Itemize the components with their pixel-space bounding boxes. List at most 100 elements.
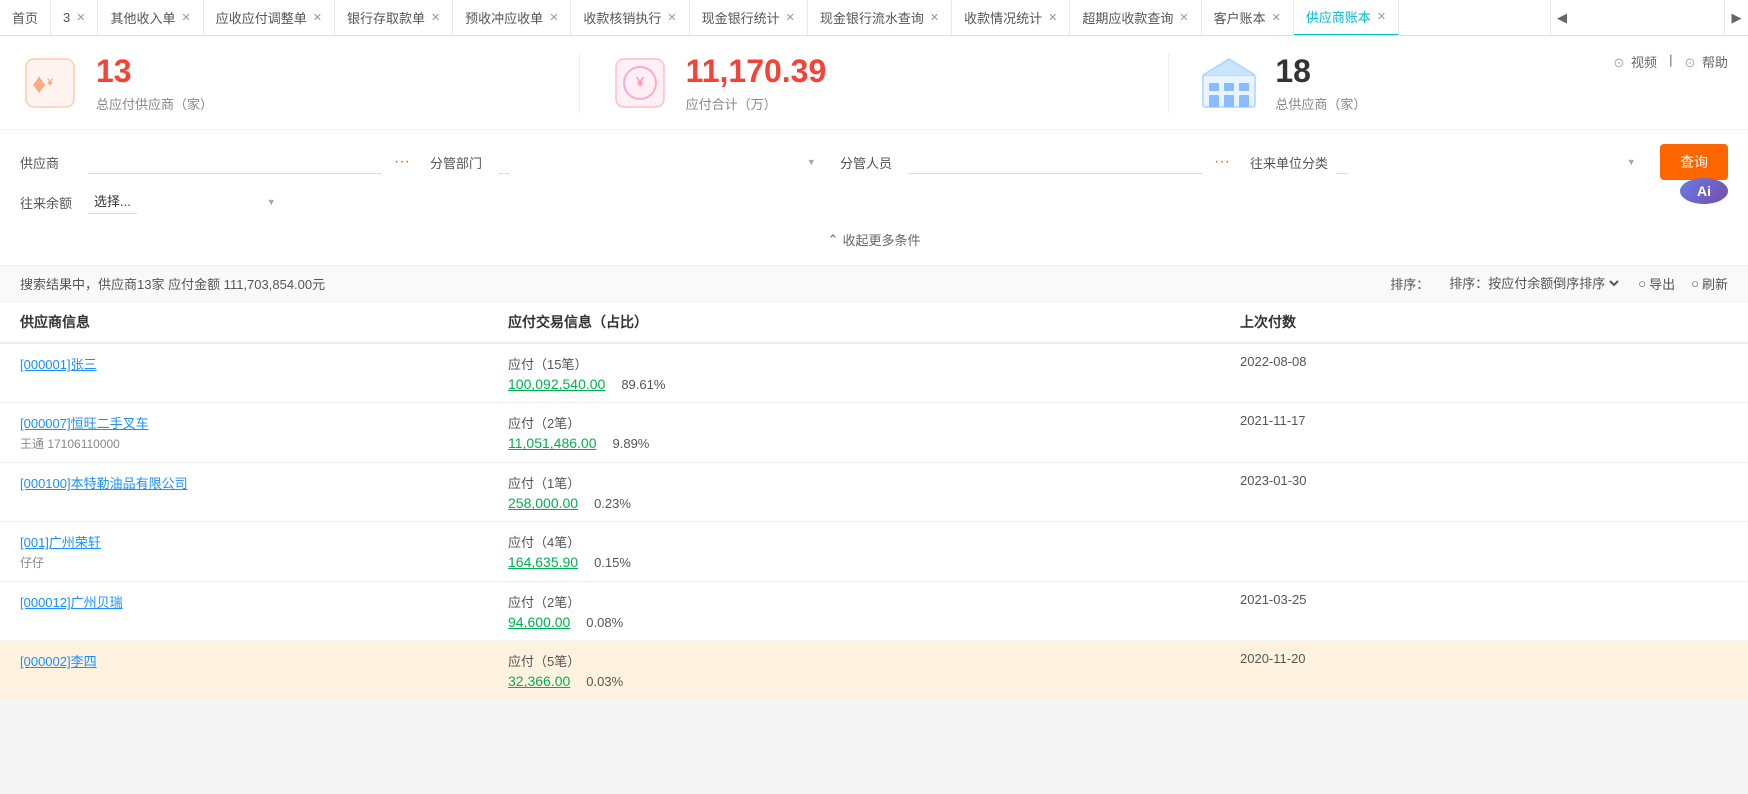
nav-tab-cash-bank-stats[interactable]: 现金银行统计 ✕ xyxy=(690,0,808,36)
lastpay-cell: 2020-11-20 xyxy=(1240,651,1728,666)
nav-tab-home[interactable]: 首页 xyxy=(0,0,51,36)
nav-tab-overdue-ar[interactable]: 超期应收款查询 ✕ xyxy=(1070,0,1201,36)
search-row-2: 往来余额 选择... xyxy=(20,190,1728,214)
tx-amount[interactable]: 94,600.00 xyxy=(508,614,570,630)
tx-label: 应付（15笔） xyxy=(508,354,1240,373)
stat-item-payable-total: ¥ 11,170.39 应付合计（万） xyxy=(610,52,1139,113)
tx-amount[interactable]: 258,000.00 xyxy=(508,495,578,511)
table-row: [001]广州荣轩 仔仔 应付（4笔） 164,635.90 0.15% xyxy=(0,522,1748,582)
total-suppliers-number: 18 xyxy=(1275,52,1366,90)
tx-percent: 0.15% xyxy=(594,555,631,570)
last-pay-date: 2021-11-17 xyxy=(1240,413,1306,428)
supplier-link[interactable]: [000001]张三 xyxy=(20,354,508,373)
nav-tab-customer-ledger[interactable]: 客户账本 ✕ xyxy=(1202,0,1294,36)
table-row: [000100]本特勒油品有限公司 应付（1笔） 258,000.00 0.23… xyxy=(0,463,1748,522)
nav-tab-receipt-exec[interactable]: 收款核销执行 ✕ xyxy=(571,0,689,36)
table-row: [000001]张三 应付（15笔） 100,092,540.00 89.61%… xyxy=(0,344,1748,403)
collapse-bar[interactable]: ⌃ 收起更多条件 xyxy=(20,224,1728,255)
close-icon[interactable]: ✕ xyxy=(930,11,939,24)
supplier-input[interactable] xyxy=(88,150,382,174)
nav-tab-supplier-ledger[interactable]: 供应商账本 ✕ xyxy=(1294,0,1399,36)
last-pay-date: 2022-08-08 xyxy=(1240,354,1307,369)
help-link[interactable]: ⊙ 帮助 xyxy=(1684,52,1728,71)
tx-row: 258,000.00 0.23% xyxy=(508,492,1240,511)
supplier-link[interactable]: [000002]李四 xyxy=(20,651,508,670)
video-link[interactable]: ⊙ 视频 xyxy=(1614,52,1658,71)
tx-label: 应付（2笔） xyxy=(508,592,1240,611)
lastpay-cell: 2021-11-17 xyxy=(1240,413,1728,428)
payable-suppliers-icon: ♦ ¥ xyxy=(20,53,80,113)
tx-percent: 0.08% xyxy=(586,615,623,630)
last-pay-date: 2023-01-30 xyxy=(1240,473,1307,488)
tx-amount[interactable]: 100,092,540.00 xyxy=(508,376,605,392)
nav-tab-other-income[interactable]: 其他收入单 ✕ xyxy=(98,0,203,36)
sort-select[interactable]: 排序：按应付余额倒序排序 xyxy=(1445,275,1622,292)
nav-tab-label: 预收冲应收单 xyxy=(465,8,543,27)
nav-tab-receipt-stats[interactable]: 收款情况统计 ✕ xyxy=(952,0,1070,36)
close-icon[interactable]: ✕ xyxy=(1179,11,1188,24)
close-icon[interactable]: ✕ xyxy=(786,11,795,24)
col-header-tx: 应付交易信息（占比） xyxy=(508,312,1240,332)
tx-percent: 9.89% xyxy=(613,436,650,451)
tx-cell: 应付（4笔） 164,635.90 0.15% xyxy=(508,532,1240,570)
ai-badge[interactable]: Ai xyxy=(1680,178,1728,204)
tx-amount[interactable]: 164,635.90 xyxy=(508,554,578,570)
nav-tab-label: 现金银行统计 xyxy=(702,8,780,27)
nav-next-arrow[interactable]: ▶ xyxy=(1724,0,1748,36)
category-select[interactable] xyxy=(1336,150,1348,174)
supplier-cell: [000002]李四 xyxy=(20,651,508,670)
nav-tab-label: 现金银行流水查询 xyxy=(820,8,924,27)
col-header-lastpay: 上次付数 xyxy=(1240,312,1728,332)
person-dots-icon[interactable]: ··· xyxy=(1214,153,1230,171)
payable-total-number: 11,170.39 xyxy=(686,52,827,90)
close-icon[interactable]: ✕ xyxy=(667,11,676,24)
close-icon[interactable]: ✕ xyxy=(431,11,440,24)
stat-divider-2 xyxy=(1168,53,1169,113)
supplier-sub: 仔仔 xyxy=(20,554,508,571)
refresh-link[interactable]: ○ 刷新 xyxy=(1691,274,1728,293)
person-input[interactable] xyxy=(908,150,1202,174)
tx-row: 164,635.90 0.15% xyxy=(508,551,1240,570)
query-button[interactable]: 查询 xyxy=(1660,144,1728,180)
close-icon[interactable]: ✕ xyxy=(181,11,190,24)
supplier-link[interactable]: [000012]广州贝瑞 xyxy=(20,592,508,611)
tx-amount[interactable]: 32,366.00 xyxy=(508,673,570,689)
nav-tab-label: 收款情况统计 xyxy=(964,8,1042,27)
collapse-icon: ⌃ xyxy=(828,232,839,248)
close-icon[interactable]: ✕ xyxy=(76,11,85,24)
collapse-label: 收起更多条件 xyxy=(842,230,920,249)
stats-bar: ♦ ¥ 13 总应付供应商（家） ¥ 11,170.39 应付合计（万） xyxy=(0,36,1748,130)
tx-amount[interactable]: 11,051,486.00 xyxy=(508,435,597,451)
nav-prev-arrow[interactable]: ◀ xyxy=(1550,0,1574,36)
payable-suppliers-number: 13 xyxy=(96,52,213,90)
stat-item-payable-suppliers: ♦ ¥ 13 总应付供应商（家） xyxy=(20,52,549,113)
export-link[interactable]: ○ 导出 xyxy=(1638,274,1675,293)
last-pay-date: 2020-11-20 xyxy=(1240,651,1306,666)
nav-tab-3[interactable]: 3 ✕ xyxy=(51,0,98,36)
close-icon[interactable]: ✕ xyxy=(1377,10,1386,23)
dept-select[interactable] xyxy=(498,150,510,174)
close-icon[interactable]: ✕ xyxy=(1272,11,1281,24)
close-icon[interactable]: ✕ xyxy=(549,11,558,24)
supplier-label: 供应商 xyxy=(20,153,80,172)
supplier-dots-icon[interactable]: ··· xyxy=(394,153,410,171)
supplier-link[interactable]: [000100]本特勒油品有限公司 xyxy=(20,473,508,492)
tx-cell: 应付（1笔） 258,000.00 0.23% xyxy=(508,473,1240,511)
balance-select[interactable]: 选择... xyxy=(88,190,137,214)
nav-tab-cash-bank-flow[interactable]: 现金银行流水查询 ✕ xyxy=(808,0,952,36)
results-bar: 搜索结果中，供应商13家 应付金额 111,703,854.00元 排序： 排序… xyxy=(0,266,1748,302)
nav-tab-label: 收款核销执行 xyxy=(583,8,661,27)
nav-tab-ar-ap-adjust[interactable]: 应收应付调整单 ✕ xyxy=(204,0,335,36)
tx-row: 100,092,540.00 89.61% xyxy=(508,373,1240,392)
supplier-link[interactable]: [000007]恒旺二手叉车 xyxy=(20,413,508,432)
nav-tab-advance-receipt[interactable]: 预收冲应收单 ✕ xyxy=(453,0,571,36)
supplier-link[interactable]: [001]广州荣轩 xyxy=(20,532,508,551)
close-icon[interactable]: ✕ xyxy=(1048,11,1057,24)
svg-text:¥: ¥ xyxy=(46,77,53,88)
balance-label: 往来余额 xyxy=(20,193,80,212)
svg-text:♦: ♦ xyxy=(32,68,46,99)
search-row-1: 供应商 ··· 分管部门 分管人员 ··· 往来单位分类 查询 xyxy=(20,144,1728,180)
nav-tab-label: 超期应收款查询 xyxy=(1082,8,1173,27)
close-icon[interactable]: ✕ xyxy=(313,11,322,24)
nav-tab-bank-deposit[interactable]: 银行存取款单 ✕ xyxy=(335,0,453,36)
